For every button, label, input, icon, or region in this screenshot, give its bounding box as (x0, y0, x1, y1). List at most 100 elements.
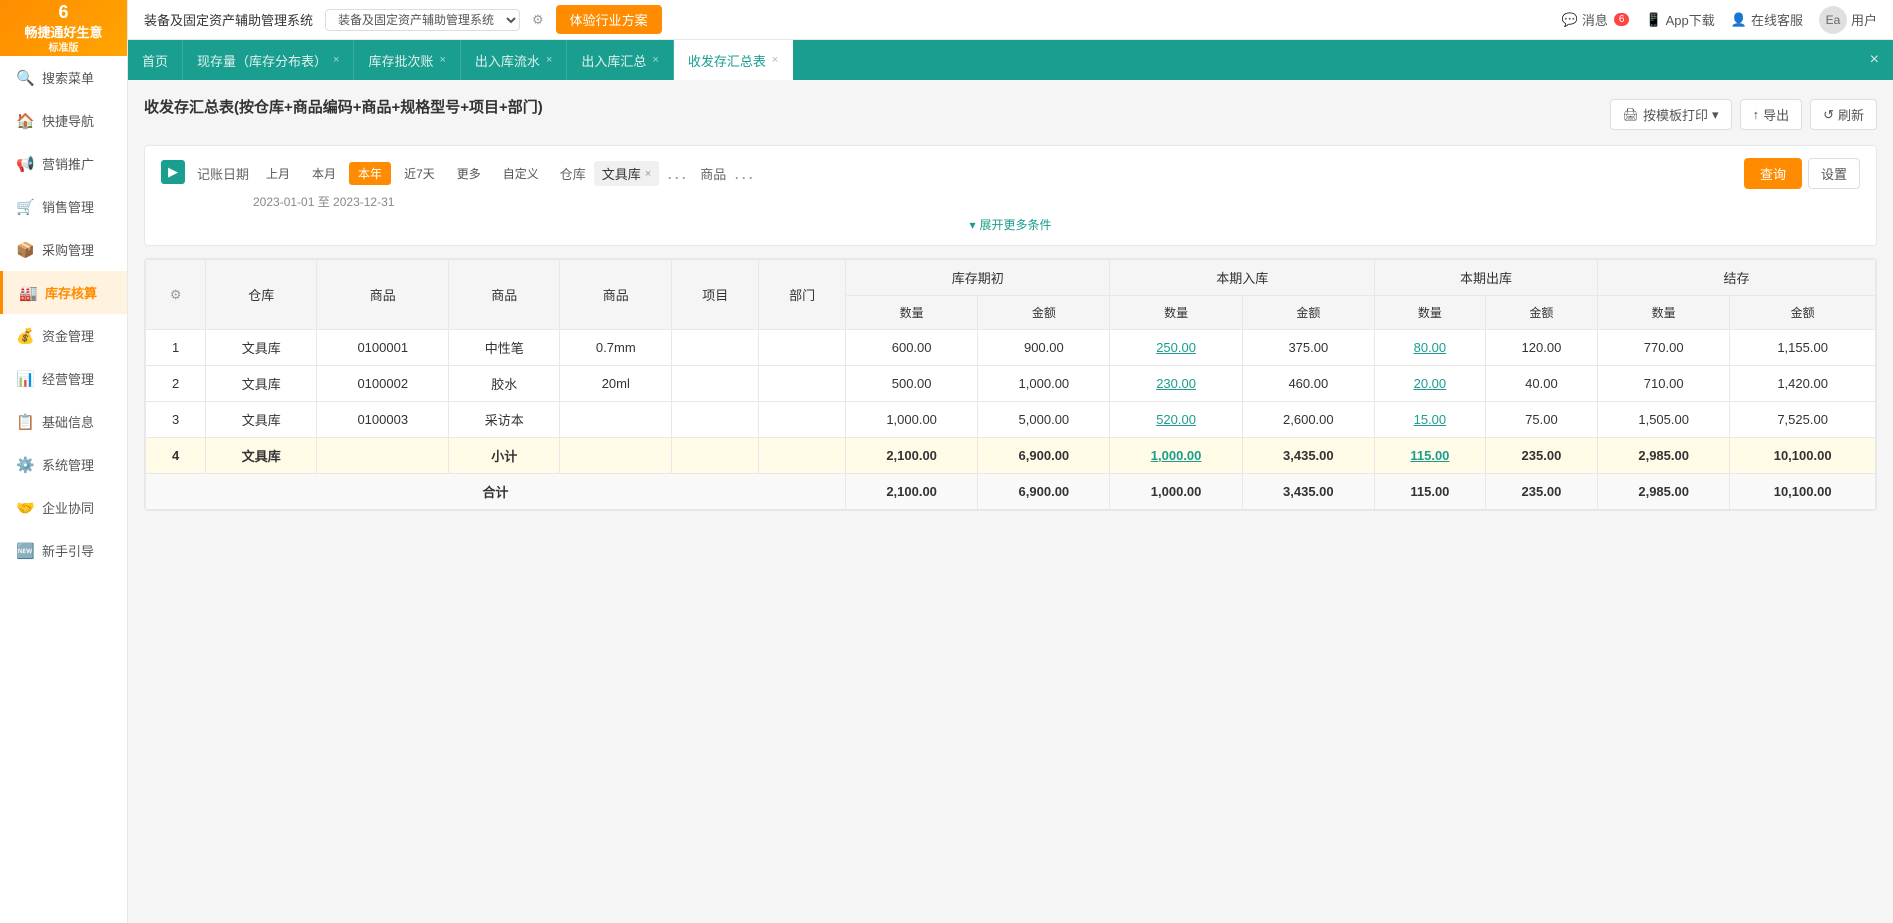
trial-button[interactable]: 体验行业方案 (556, 5, 662, 34)
sidebar-label-search: 搜索菜单 (42, 68, 94, 87)
warehouse-more-dots[interactable]: ... (667, 163, 688, 184)
message-button[interactable]: 💬 消息 6 (1562, 10, 1630, 29)
row-goods-spec (560, 438, 672, 474)
tab-inout-summary-close[interactable]: × (652, 54, 658, 66)
row-out-amt: 235.00 (1485, 438, 1597, 474)
search-icon: 🔍 (16, 69, 34, 87)
custom-btn[interactable]: 自定义 (494, 162, 548, 185)
header: 装备及固定资产辅助管理系统 装备及固定资产辅助管理系统 ⚙ 体验行业方案 💬 消… (128, 0, 1893, 40)
sidebar-item-system[interactable]: ⚙️ 系统管理 (0, 443, 127, 486)
app-name: 畅捷通好生意 (24, 25, 102, 42)
tab-inout-flow-close[interactable]: × (546, 54, 552, 66)
tab-stock-dist-close[interactable]: × (333, 54, 339, 66)
row-out-qty[interactable]: 15.00 (1374, 402, 1485, 438)
sidebar-item-sales[interactable]: 🛒 销售管理 (0, 185, 127, 228)
export-label: 导出 (1763, 105, 1789, 124)
filter-toggle-btn[interactable]: ▶ (161, 160, 185, 184)
row-goods-spec (560, 402, 672, 438)
sidebar-label-guide: 新手引导 (42, 541, 94, 560)
table-row: 2文具库0100002胶水20ml500.001,000.00230.00460… (146, 366, 1876, 402)
col-in-amt-header: 金额 (1242, 296, 1374, 330)
sidebar-item-search[interactable]: 🔍 搜索菜单 (0, 56, 127, 99)
system-icon: ⚙️ (16, 456, 34, 474)
tab-recv-send[interactable]: 收发存汇总表 × (674, 40, 793, 80)
prev-month-btn[interactable]: 上月 (257, 162, 299, 185)
app-download-button[interactable]: 📱 App下载 (1645, 10, 1714, 29)
page-title: 收发存汇总表(按仓库+商品编码+商品+规格型号+项目+部门) (144, 96, 543, 117)
tab-home-label: 首页 (142, 51, 168, 70)
row-in-qty[interactable]: 250.00 (1110, 330, 1242, 366)
sales-icon: 🛒 (16, 198, 34, 216)
last7-btn[interactable]: 近7天 (395, 162, 444, 185)
tab-home[interactable]: 首页 (128, 40, 183, 80)
row-goods-name: 中性笔 (449, 330, 560, 366)
row-out-qty[interactable]: 20.00 (1374, 366, 1485, 402)
tab-batch-close[interactable]: × (439, 54, 445, 66)
tab-stock-dist[interactable]: 现存量（库存分布表） × (183, 40, 354, 80)
row-in-qty[interactable]: 230.00 (1110, 366, 1242, 402)
row-opening-amt: 1,000.00 (978, 366, 1110, 402)
row-warehouse: 文具库 (206, 402, 317, 438)
print-icon: 🖨 (1623, 107, 1640, 123)
sidebar-item-marketing[interactable]: 📢 营销推广 (0, 142, 127, 185)
row-goods-code: 0100002 (317, 366, 449, 402)
goods-more-dots[interactable]: ... (734, 163, 755, 184)
sidebar-item-inventory[interactable]: 🏭 库存核算 (0, 271, 127, 314)
table-row: 1文具库0100001中性笔0.7mm600.00900.00250.00375… (146, 330, 1876, 366)
row-in-amt: 2,600.00 (1242, 402, 1374, 438)
more-btn[interactable]: 更多 (448, 162, 490, 185)
curr-year-btn[interactable]: 本年 (349, 162, 391, 185)
row-in-qty[interactable]: 520.00 (1110, 402, 1242, 438)
row-balance-amt: 7,525.00 (1730, 402, 1876, 438)
col-balance-header: 结存 (1598, 260, 1876, 296)
sidebar-label-basic: 基础信息 (42, 412, 94, 431)
print-button[interactable]: 🖨 按模板打印 ▾ (1610, 99, 1732, 130)
sidebar: 6 畅捷通好生意 标准版 🔍 搜索菜单 🏠 快捷导航 📢 营销推广 🛒 销售管理… (0, 0, 128, 923)
col-department-header: 部门 (759, 260, 846, 330)
tab-inout-flow[interactable]: 出入库流水 × (461, 40, 567, 80)
system-selector[interactable]: 装备及固定资产辅助管理系统 (325, 9, 520, 31)
sidebar-item-purchase[interactable]: 📦 采购管理 (0, 228, 127, 271)
sidebar-label-finance: 资金管理 (42, 326, 94, 345)
sidebar-item-quick-nav[interactable]: 🏠 快捷导航 (0, 99, 127, 142)
gear-settings-icon[interactable]: ⚙ (532, 12, 544, 28)
setting-button[interactable]: 设置 (1808, 158, 1860, 189)
sidebar-item-operations[interactable]: 📊 经营管理 (0, 357, 127, 400)
row-goods-name: 小计 (449, 438, 560, 474)
row-out-qty[interactable]: 115.00 (1374, 438, 1485, 474)
row-opening-amt: 5,000.00 (978, 402, 1110, 438)
row-warehouse: 文具库 (206, 330, 317, 366)
sidebar-item-guide[interactable]: 🆕 新手引导 (0, 529, 127, 572)
warehouse-tag-close[interactable]: × (645, 168, 651, 180)
row-out-amt: 120.00 (1485, 330, 1597, 366)
sidebar-label-marketing: 营销推广 (42, 154, 94, 173)
expand-row: ▾ 展开更多条件 (161, 216, 1860, 233)
online-service-button[interactable]: 👤 在线客服 (1731, 10, 1803, 29)
user-menu[interactable]: Ea 用户 (1819, 6, 1877, 34)
sidebar-label-system: 系统管理 (42, 455, 94, 474)
row-opening-qty: 600.00 (846, 330, 978, 366)
tabs-close-all[interactable]: × (1856, 40, 1893, 80)
sidebar-item-enterprise[interactable]: 🤝 企业协同 (0, 486, 127, 529)
table-gear-icon[interactable]: ⚙ (170, 287, 182, 302)
sidebar-item-basic[interactable]: 📋 基础信息 (0, 400, 127, 443)
tab-batch[interactable]: 库存批次账 × (354, 40, 460, 80)
tab-inout-summary[interactable]: 出入库汇总 × (567, 40, 673, 80)
footer-row: 合计 2,100.00 6,900.00 1,000.00 3,435.00 1… (146, 474, 1876, 510)
query-button[interactable]: 查询 (1744, 158, 1802, 189)
message-badge: 6 (1614, 13, 1630, 26)
tab-recv-send-close[interactable]: × (772, 54, 778, 66)
row-goods-code: 0100001 (317, 330, 449, 366)
curr-month-btn[interactable]: 本月 (303, 162, 345, 185)
row-in-qty[interactable]: 1,000.00 (1110, 438, 1242, 474)
row-out-qty[interactable]: 80.00 (1374, 330, 1485, 366)
export-button[interactable]: ↑ 导出 (1740, 99, 1803, 130)
data-table: ⚙ 仓库 商品 商品 商品 项目 部门 库存期初 本期入库 本期出库 结存 数量 (145, 259, 1876, 510)
expand-conditions-btn[interactable]: ▾ 展开更多条件 (969, 216, 1051, 233)
refresh-button[interactable]: ↺ 刷新 (1810, 99, 1877, 130)
sidebar-item-finance[interactable]: 💰 资金管理 (0, 314, 127, 357)
col-gear[interactable]: ⚙ (146, 260, 206, 330)
goods-filter: 商品 ... (700, 163, 755, 184)
col-opening-amt-header: 金额 (978, 296, 1110, 330)
table-body: 1文具库0100001中性笔0.7mm600.00900.00250.00375… (146, 330, 1876, 474)
